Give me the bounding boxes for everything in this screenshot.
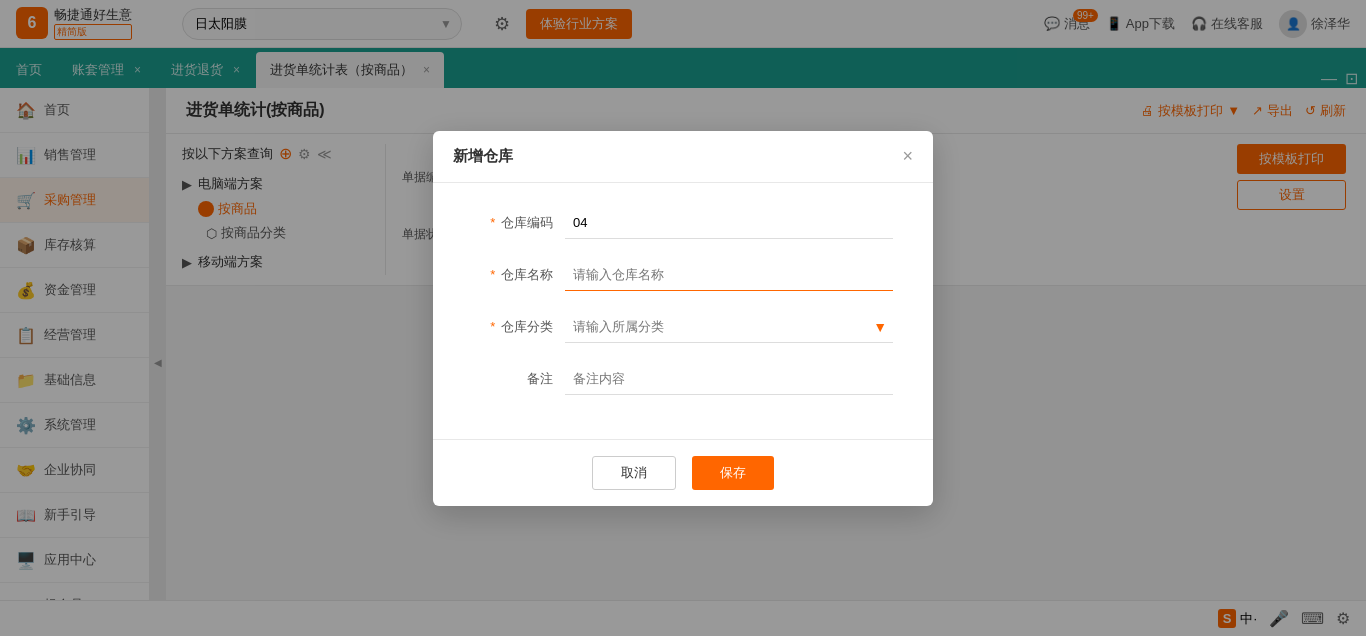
category-required-mark: *: [490, 319, 495, 334]
category-dropdown-icon[interactable]: ▼: [873, 319, 887, 335]
category-label: * 仓库分类: [473, 318, 553, 336]
name-label: * 仓库名称: [473, 266, 553, 284]
form-row-name: * 仓库名称: [473, 259, 893, 291]
add-warehouse-modal: 新增仓库 × * 仓库编码 * 仓库名称: [433, 131, 933, 506]
cancel-btn[interactable]: 取消: [592, 456, 676, 490]
save-btn[interactable]: 保存: [692, 456, 774, 490]
code-required-mark: *: [490, 215, 495, 230]
modal-header: 新增仓库 ×: [433, 131, 933, 183]
form-row-code: * 仓库编码: [473, 207, 893, 239]
form-row-category: * 仓库分类 ▼: [473, 311, 893, 343]
modal-title: 新增仓库: [453, 147, 513, 166]
form-row-note: * 备注: [473, 363, 893, 395]
code-input[interactable]: [565, 207, 893, 239]
note-label: * 备注: [473, 370, 553, 388]
modal-overlay: 新增仓库 × * 仓库编码 * 仓库名称: [0, 0, 1366, 636]
modal-body: * 仓库编码 * 仓库名称 * 仓库分类: [433, 183, 933, 439]
category-select-wrap: ▼: [565, 311, 893, 343]
name-required-mark: *: [490, 267, 495, 282]
modal-close-btn[interactable]: ×: [902, 147, 913, 165]
category-input[interactable]: [565, 311, 893, 343]
code-label: * 仓库编码: [473, 214, 553, 232]
modal-footer: 取消 保存: [433, 439, 933, 506]
note-input[interactable]: [565, 363, 893, 395]
name-input[interactable]: [565, 259, 893, 291]
